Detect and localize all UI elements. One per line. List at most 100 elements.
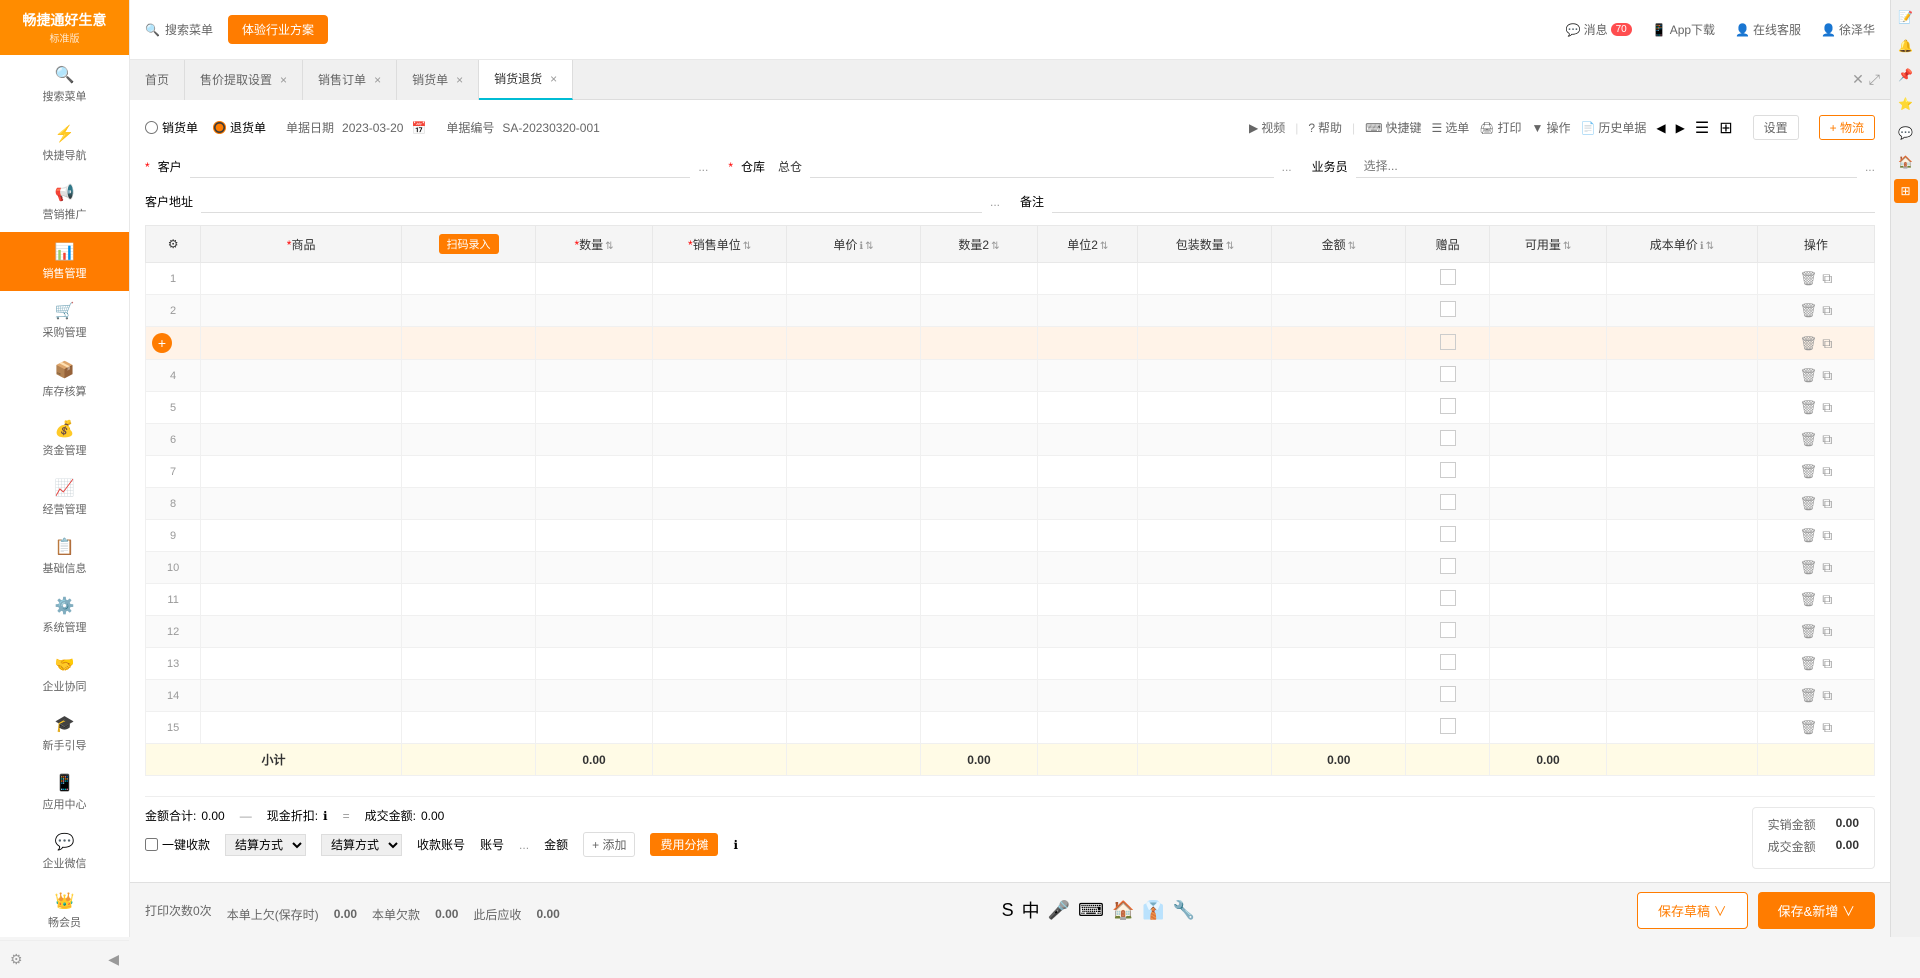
warehouse-select-btn[interactable]: ... [1282, 160, 1292, 174]
tool-icon-1[interactable]: S [1002, 900, 1014, 921]
save-new-chevron[interactable]: ∨ [1842, 904, 1855, 919]
one-click-checkbox[interactable] [145, 838, 158, 851]
right-icon-6[interactable]: 🏠 [1894, 150, 1918, 174]
right-icon-7[interactable]: ⊞ [1894, 179, 1918, 203]
unit2-cell-3[interactable] [1038, 327, 1138, 360]
gift-checkbox-8[interactable] [1440, 494, 1456, 510]
right-icon-3[interactable]: 📌 [1894, 63, 1918, 87]
list-view-icon[interactable]: ☰ [1695, 118, 1709, 138]
gift-checkbox-7[interactable] [1440, 462, 1456, 478]
delete-icon-15[interactable]: 🗑 [1799, 719, 1817, 736]
gift-checkbox-2[interactable] [1440, 301, 1456, 317]
experience-button[interactable]: 体验行业方案 [228, 15, 328, 44]
qty2-sort[interactable]: ⇅ [991, 241, 999, 252]
available-cell-2[interactable] [1489, 295, 1606, 327]
available-sort[interactable]: ⇅ [1563, 241, 1571, 252]
customer-input[interactable] [190, 155, 691, 178]
gift-checkbox-13[interactable] [1440, 654, 1456, 670]
price-sort[interactable]: ⇅ [865, 241, 873, 252]
app-download-item[interactable]: 📱 App下载 [1652, 21, 1715, 38]
tool-icon-7[interactable]: 🔧 [1173, 900, 1195, 921]
delete-icon-13[interactable]: 🗑 [1799, 655, 1817, 672]
calendar-icon[interactable]: 📅 [411, 121, 426, 135]
calc-method-select[interactable]: 结算方式 [321, 834, 402, 856]
product-cell-2[interactable] [201, 295, 402, 327]
cost-price-info-icon[interactable]: ℹ [1700, 241, 1704, 252]
unit2-sort[interactable]: ⇅ [1100, 241, 1108, 252]
user-item[interactable]: 👤 徐泽华 [1821, 21, 1875, 38]
tab-home[interactable]: 首页 [130, 60, 185, 100]
message-item[interactable]: 💬 消息 70 [1566, 21, 1632, 38]
cash-discount-info[interactable]: ℹ [323, 809, 328, 823]
product-cell-3[interactable] [201, 327, 402, 360]
save-draft-button[interactable]: 保存草稿 ∨ [1637, 892, 1748, 929]
tab-return[interactable]: 销货退货 × [479, 60, 573, 100]
sidebar-item-system[interactable]: ⚙️ 系统管理 [0, 586, 129, 645]
delete-icon-7[interactable]: 🗑 [1799, 463, 1817, 480]
sidebar-item-sales[interactable]: 📊 销售管理 [0, 232, 129, 291]
delete-icon-2[interactable]: 🗑 [1799, 302, 1817, 319]
delete-icon-8[interactable]: 🗑 [1799, 495, 1817, 512]
salesperson-select-btn[interactable]: ... [1865, 160, 1875, 174]
cost-sort[interactable]: ⇅ [1706, 241, 1714, 252]
copy-icon-7[interactable]: ⧉ [1822, 463, 1832, 480]
logistics-button[interactable]: + 物流 [1819, 115, 1875, 140]
settlement-select[interactable]: 结算方式 [225, 834, 306, 856]
delete-icon-12[interactable]: 🗑 [1799, 623, 1817, 640]
gift-checkbox-9[interactable] [1440, 526, 1456, 542]
gift-checkbox-15[interactable] [1440, 718, 1456, 734]
pack-cell-1[interactable] [1138, 263, 1272, 295]
maximize-icon[interactable]: ⤢ [1869, 71, 1880, 88]
qty2-cell-3[interactable] [920, 327, 1037, 360]
price-cell-2[interactable] [787, 295, 921, 327]
online-service-item[interactable]: 👤 在线客服 [1735, 21, 1801, 38]
warehouse-input[interactable] [810, 155, 1274, 178]
delete-icon-4[interactable]: 🗑 [1799, 367, 1817, 384]
copy-icon-8[interactable]: ⧉ [1822, 495, 1832, 512]
copy-icon-4[interactable]: ⧉ [1822, 367, 1832, 384]
tool-icon-3[interactable]: 🎤 [1048, 900, 1070, 921]
copy-icon-11[interactable]: ⧉ [1822, 591, 1832, 608]
save-new-button[interactable]: 保存&新增 ∨ [1758, 892, 1875, 929]
amount-cell-3[interactable] [1272, 327, 1406, 360]
amount-cell-2[interactable] [1272, 295, 1406, 327]
tool-icon-4[interactable]: ⌨ [1078, 900, 1104, 921]
qty2-cell-1[interactable] [920, 263, 1037, 295]
gift-checkbox-3[interactable] [1440, 334, 1456, 350]
customer-select-btn[interactable]: ... [698, 160, 708, 174]
unit2-cell-2[interactable] [1038, 295, 1138, 327]
fee-info-icon[interactable]: ℹ [733, 838, 738, 852]
sidebar-item-guide[interactable]: 🎓 新手引导 [0, 704, 129, 763]
add-button[interactable]: + 添加 [583, 832, 635, 857]
gift-checkbox-4[interactable] [1440, 366, 1456, 382]
sidebar-item-operations[interactable]: 📈 经营管理 [0, 468, 129, 527]
print-action[interactable]: 🖨 打印 [1479, 119, 1521, 136]
unit-price-info-icon[interactable]: ℹ [859, 241, 863, 252]
close-icon[interactable]: ✕ [1852, 71, 1864, 88]
shortcut-action[interactable]: ⌨ 快捷键 [1365, 119, 1421, 136]
salesperson-input[interactable] [1356, 155, 1857, 178]
add-row-button[interactable]: + [152, 333, 172, 353]
help-action[interactable]: ? 帮助 [1308, 119, 1342, 136]
qty-cell-1[interactable] [535, 263, 652, 295]
sidebar-settings-icon[interactable]: ⚙ [10, 951, 23, 968]
gift-checkbox-6[interactable] [1440, 430, 1456, 446]
copy-icon-14[interactable]: ⧉ [1822, 687, 1832, 704]
copy-icon-12[interactable]: ⧉ [1822, 623, 1832, 640]
delete-icon-3[interactable]: 🗑 [1799, 335, 1817, 352]
right-icon-5[interactable]: 💬 [1894, 121, 1918, 145]
prev-icon[interactable]: ◀ [1656, 121, 1665, 135]
sidebar-item-search[interactable]: 🔍 搜索菜单 [0, 55, 129, 114]
one-click-payment[interactable]: 一键收款 [145, 836, 210, 853]
tool-icon-6[interactable]: 👔 [1142, 900, 1164, 921]
price-cell-3[interactable] [787, 327, 921, 360]
radio-return[interactable]: 退货单 [213, 119, 266, 136]
copy-icon-5[interactable]: ⧉ [1822, 399, 1832, 416]
delete-icon-10[interactable]: 🗑 [1799, 559, 1817, 576]
qty-cell-3[interactable] [535, 327, 652, 360]
pack-cell-3[interactable] [1138, 327, 1272, 360]
unit-sort[interactable]: ⇅ [743, 241, 751, 252]
delete-icon-1[interactable]: 🗑 [1799, 270, 1817, 287]
gift-checkbox-10[interactable] [1440, 558, 1456, 574]
col-settings[interactable]: ⚙ [146, 226, 201, 263]
